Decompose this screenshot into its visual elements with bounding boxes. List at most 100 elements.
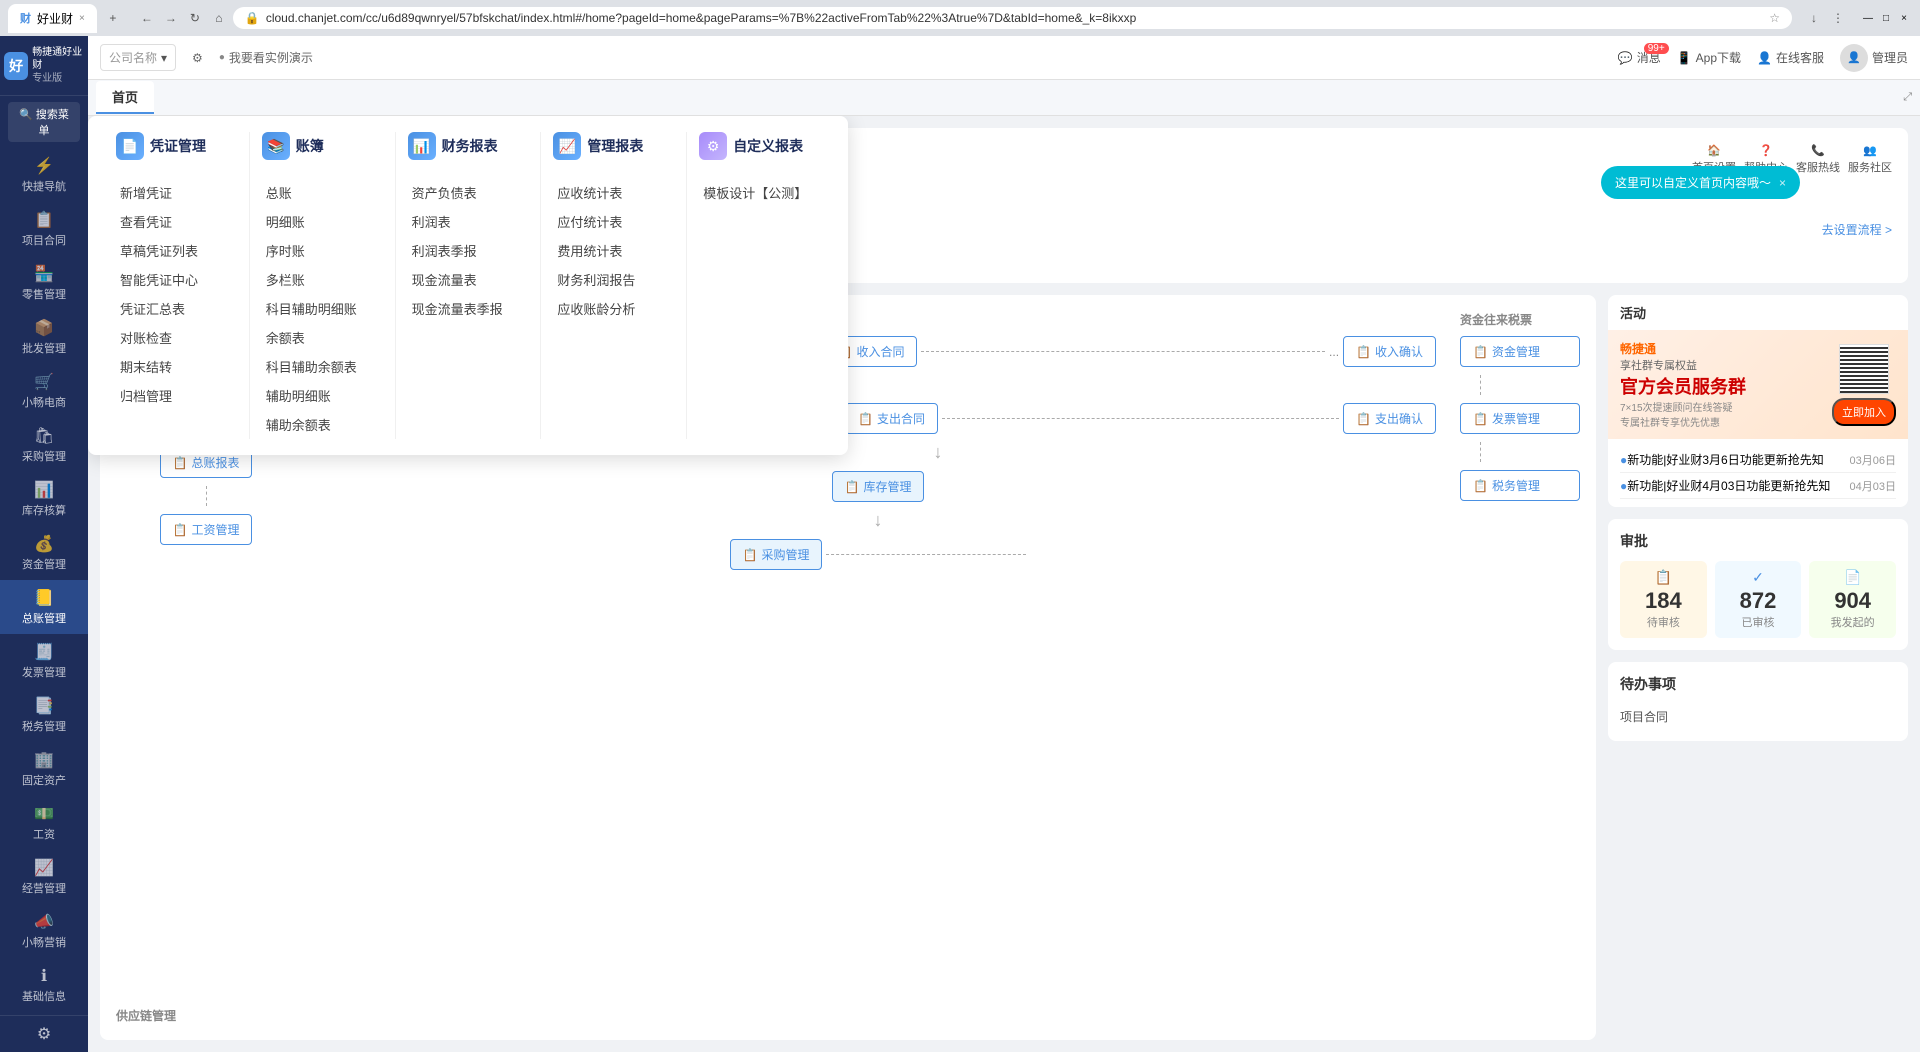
menu-item-balance[interactable]: 余额表: [262, 323, 383, 352]
proc-box-invoice-mgmt[interactable]: 📋 发票管理: [1460, 403, 1580, 434]
menu-item-multi-column[interactable]: 多栏账: [262, 265, 383, 294]
menu-item-add-voucher[interactable]: 新增凭证: [116, 178, 237, 207]
menu-item-sequence-ledger[interactable]: 序时账: [262, 236, 383, 265]
dropdown-col-ledger: 📚 账簿 总账 明细账 序时账 多栏账 科目辅助明细账 余额表 科目辅助余额表 …: [250, 132, 396, 439]
expand-btn[interactable]: ⤢: [1903, 91, 1912, 104]
sidebar-item-wholesale[interactable]: 📦 批发管理: [0, 310, 88, 364]
sidebar-item-capital[interactable]: 💰 资金管理: [0, 526, 88, 580]
proc-box-expense-confirm[interactable]: 📋 支出确认: [1343, 403, 1436, 434]
menu-item-archive[interactable]: 归档管理: [116, 381, 237, 410]
set-flow-btn[interactable]: 去设置流程 >: [1822, 221, 1892, 238]
menu-item-draft-voucher[interactable]: 草稿凭证列表: [116, 236, 237, 265]
new-tab-btn[interactable]: +: [101, 6, 125, 30]
menu-item-view-voucher[interactable]: 查看凭证: [116, 207, 237, 236]
menu-item-subject-aux-balance[interactable]: 科目辅助余额表: [262, 352, 383, 381]
company-selector[interactable]: 公司名称 ▾: [100, 44, 176, 71]
refresh-btn[interactable]: ↻: [185, 8, 205, 28]
tab-home[interactable]: 首页: [96, 81, 154, 114]
sidebar-item-tax[interactable]: 📑 税务管理: [0, 688, 88, 742]
sidebar-settings-btn[interactable]: ⚙: [4, 1024, 84, 1044]
menu-item-general-ledger[interactable]: 总账: [262, 178, 383, 207]
user-menu-btn[interactable]: 👤 管理员: [1840, 44, 1908, 72]
menu-item-balance-sheet[interactable]: 资产负债表: [408, 178, 529, 207]
sidebar-item-quick-nav[interactable]: ⚡ 快捷导航: [0, 148, 88, 202]
logo-line1: 畅捷通好业财: [32, 46, 84, 72]
menu-item-expense-stats[interactable]: 费用统计表: [553, 236, 674, 265]
menu-item-receivable-aging[interactable]: 应收账龄分析: [553, 294, 674, 323]
proc-box-inventory[interactable]: 📋 库存管理: [832, 471, 925, 502]
sidebar-item-fixed-assets[interactable]: 🏢 固定资产: [0, 742, 88, 796]
proc-box-tax-mgmt[interactable]: 📋 税务管理: [1460, 470, 1580, 501]
app-download-btn[interactable]: 📱 App下载: [1677, 49, 1741, 66]
bookmark-icon[interactable]: ☆: [1769, 11, 1780, 25]
sidebar-item-inventory[interactable]: 📊 库存核算: [0, 472, 88, 526]
service-community-quick[interactable]: 👥 服务社区: [1848, 144, 1892, 175]
sent-icon: 📄: [1817, 569, 1888, 586]
forward-btn[interactable]: →: [161, 8, 181, 28]
todo-item-project-contract[interactable]: 项目合同: [1620, 704, 1896, 729]
stat-pending[interactable]: 📋 184 待审核: [1620, 561, 1707, 638]
menu-item-income-quarterly[interactable]: 利润表季报: [408, 236, 529, 265]
sidebar-item-label: 经营管理: [4, 880, 84, 896]
demo-link[interactable]: 我要看实例演示: [219, 49, 313, 66]
sidebar-item-retail[interactable]: 🏪 零售管理: [0, 256, 88, 310]
download-icon[interactable]: ↓: [1804, 8, 1824, 28]
sidebar-item-marketing[interactable]: 📣 小畅营销: [0, 904, 88, 958]
minimize-btn[interactable]: —: [1860, 10, 1876, 26]
settings-btn[interactable]: ⚙: [184, 47, 211, 69]
menu-item-period-close[interactable]: 期末结转: [116, 352, 237, 381]
menu-item-detail-ledger[interactable]: 明细账: [262, 207, 383, 236]
sidebar-item-accounting[interactable]: 📒 总账管理: [0, 580, 88, 634]
more-icon[interactable]: ⋮: [1828, 8, 1848, 28]
proc-box-expense-contract[interactable]: 📋 支出合同: [845, 403, 938, 434]
active-tab[interactable]: 财 好业财 ×: [8, 4, 97, 33]
join-btn[interactable]: 立即加入: [1832, 398, 1896, 426]
back-btn[interactable]: ←: [137, 8, 157, 28]
col-header-ledger: 📚 账簿: [262, 132, 383, 166]
menu-item-voucher-summary[interactable]: 凭证汇总表: [116, 294, 237, 323]
menu-item-receivable-stats[interactable]: 应收统计表: [553, 178, 674, 207]
news-item-2[interactable]: ● 新功能|好业财4月03日功能更新抢先知 04月03日: [1620, 473, 1896, 499]
online-service-btn[interactable]: 👤 在线客服: [1757, 49, 1824, 66]
menu-item-subject-aux-detail[interactable]: 科目辅助明细账: [262, 294, 383, 323]
tab-close-btn[interactable]: ×: [79, 13, 85, 24]
sidebar-item-operations[interactable]: 📈 经营管理: [0, 850, 88, 904]
stat-approved[interactable]: ✓ 872 已审核: [1715, 561, 1802, 638]
menu-item-cashflow-quarterly[interactable]: 现金流量表季报: [408, 294, 529, 323]
menu-item-cashflow[interactable]: 现金流量表: [408, 265, 529, 294]
close-btn[interactable]: ×: [1896, 10, 1912, 26]
tip-close-btn[interactable]: ×: [1779, 176, 1786, 190]
proc-box-income-confirm[interactable]: 📋 收入确认: [1343, 336, 1436, 367]
sidebar-item-label: 库存核算: [4, 502, 84, 518]
menu-item-profit-report[interactable]: 财务利润报告: [553, 265, 674, 294]
menu-item-smart-voucher[interactable]: 智能凭证中心: [116, 265, 237, 294]
income-confirm-icon: 📋: [1356, 345, 1371, 359]
stat-sent[interactable]: 📄 904 我发起的: [1809, 561, 1896, 638]
dropdown-columns: 📄 凭证管理 新增凭证 查看凭证 草稿凭证列表 智能凭证中心 凭证汇总表 对账检…: [104, 132, 832, 439]
sidebar-item-payroll[interactable]: 💵 工资: [0, 796, 88, 850]
address-bar[interactable]: 🔒 cloud.chanjet.com/cc/u6d89qwnryel/57bf…: [233, 7, 1792, 29]
sidebar-item-ecommerce[interactable]: 🛒 小畅电商: [0, 364, 88, 418]
proc-box-payroll-mgmt[interactable]: 📋 工资管理: [160, 514, 253, 545]
message-btn[interactable]: 💬 消息 99+: [1618, 49, 1661, 66]
menu-item-reconciliation[interactable]: 对账检查: [116, 323, 237, 352]
news-item-1[interactable]: ● 新功能|好业财3月6日功能更新抢先知 03月06日: [1620, 447, 1896, 473]
sidebar-item-basic-info[interactable]: ℹ 基础信息: [0, 958, 88, 1012]
search-menu-btn[interactable]: 🔍 搜索菜单: [8, 102, 80, 142]
proc-box-purchase[interactable]: 📋 采购管理: [730, 539, 823, 570]
customer-hotline-quick[interactable]: 📞 客服热线: [1796, 144, 1840, 175]
menu-item-template-design[interactable]: 模板设计【公测】: [699, 178, 820, 207]
menu-item-aux-detail[interactable]: 辅助明细账: [262, 381, 383, 410]
help-icon: ❓: [1759, 144, 1773, 157]
menu-item-payable-stats[interactable]: 应付统计表: [553, 207, 674, 236]
proc-box-capital-mgmt[interactable]: 📋 资金管理: [1460, 336, 1580, 367]
home-btn[interactable]: ⌂: [209, 8, 229, 28]
sidebar-item-purchase[interactable]: 🛍 采购管理: [0, 418, 88, 472]
menu-item-aux-balance[interactable]: 辅助余额表: [262, 410, 383, 439]
menu-item-income-statement[interactable]: 利润表: [408, 207, 529, 236]
sidebar-item-project-contract[interactable]: 📋 项目合同: [0, 202, 88, 256]
approval-stats: 📋 184 待审核 ✓ 872 已审核 📄: [1620, 561, 1896, 638]
top-header: 公司名称 ▾ ⚙ 我要看实例演示 💬 消息 99+ 📱 App下载 👤: [88, 36, 1920, 80]
sidebar-item-invoice[interactable]: 🧾 发票管理: [0, 634, 88, 688]
maximize-btn[interactable]: □: [1878, 10, 1894, 26]
